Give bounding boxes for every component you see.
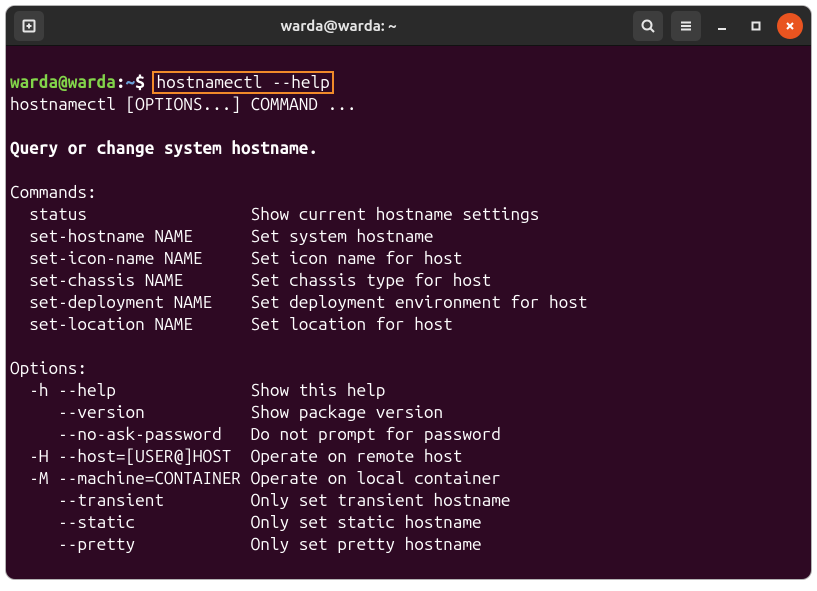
cmd-line: set-icon-name NAME Set icon name for hos… [10, 249, 462, 268]
titlebar: warda@warda: ~ [6, 6, 811, 46]
menu-button[interactable] [671, 11, 701, 41]
opt-line: --no-ask-password Do not prompt for pass… [10, 425, 501, 444]
cmd-line: set-deployment NAME Set deployment envir… [10, 293, 588, 312]
hamburger-icon [678, 18, 694, 34]
command-text: hostnamectl --help [156, 73, 329, 92]
new-tab-icon [21, 18, 37, 34]
command-highlight: hostnamectl --help [152, 71, 333, 94]
prompt-colon: : [116, 73, 126, 92]
maximize-button[interactable] [743, 13, 769, 39]
prompt-path: ~ [126, 73, 136, 92]
opt-line: -H --host=[USER@]HOST Operate on remote … [10, 447, 462, 466]
search-button[interactable] [633, 11, 663, 41]
maximize-icon [750, 20, 762, 32]
commands-header: Commands: [10, 183, 97, 202]
minimize-button[interactable] [709, 13, 735, 39]
output-usage: hostnamectl [OPTIONS...] COMMAND ... [10, 95, 357, 114]
new-tab-button[interactable] [14, 11, 44, 41]
terminal-body[interactable]: warda@warda:~$ hostnamectl --help hostna… [6, 46, 811, 579]
opt-line: -M --machine=CONTAINER Operate on local … [10, 469, 501, 488]
opt-line: -h --help Show this help [10, 381, 385, 400]
cmd-line: status Show current hostname settings [10, 205, 539, 224]
cmd-line: set-location NAME Set location for host [10, 315, 453, 334]
opt-line: --version Show package version [10, 403, 443, 422]
output-desc: Query or change system hostname. [10, 139, 318, 158]
options-header: Options: [10, 359, 87, 378]
close-button[interactable] [777, 13, 803, 39]
prompt-user-host: warda@warda [10, 73, 116, 92]
search-icon [640, 18, 656, 34]
minimize-icon [716, 20, 728, 32]
opt-line: --pretty Only set pretty hostname [10, 535, 482, 554]
opt-line: --transient Only set transient hostname [10, 491, 511, 510]
terminal-window: warda@warda: ~ [6, 6, 811, 579]
close-icon [784, 20, 796, 32]
cmd-line: set-chassis NAME Set chassis type for ho… [10, 271, 491, 290]
opt-line: --static Only set static hostname [10, 513, 482, 532]
cmd-line: set-hostname NAME Set system hostname [10, 227, 434, 246]
window-title: warda@warda: ~ [280, 17, 396, 34]
